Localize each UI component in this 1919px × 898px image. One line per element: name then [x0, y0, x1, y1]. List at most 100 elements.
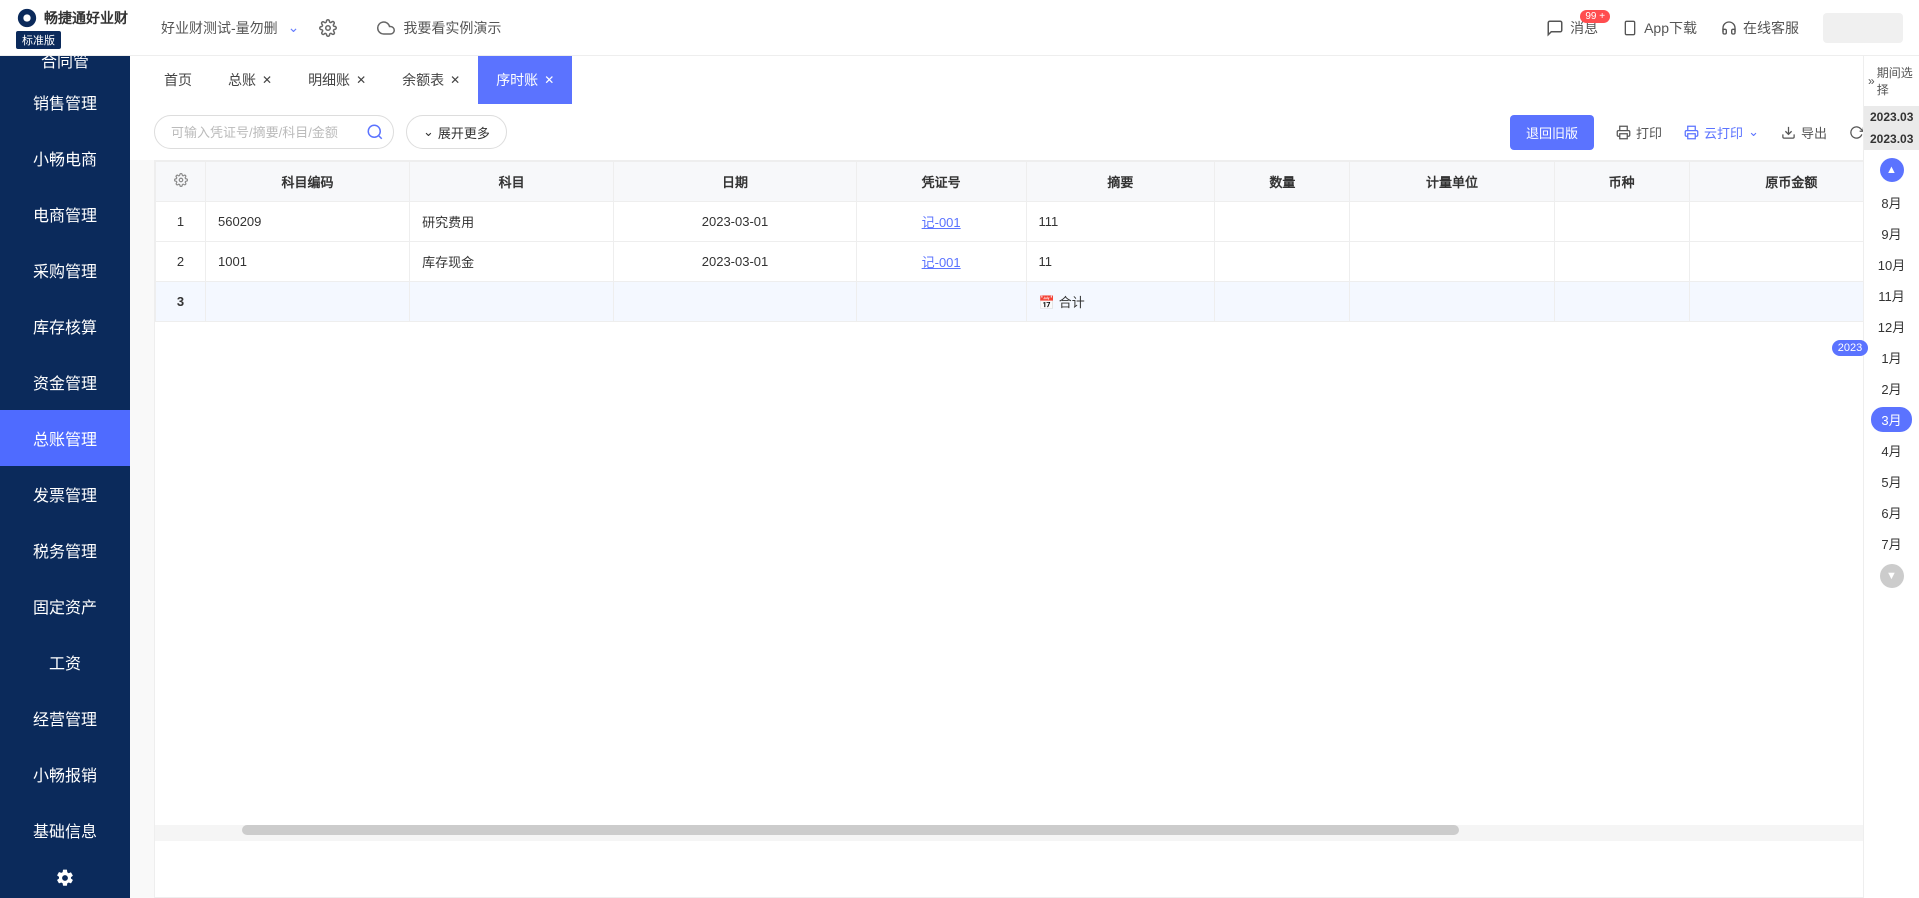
- sidebar-item[interactable]: 总账管理: [0, 410, 130, 466]
- period-month-item[interactable]: 7月: [1871, 531, 1911, 556]
- sidebar-item[interactable]: 采购管理: [0, 242, 130, 298]
- demo-label: 我要看实例演示: [403, 18, 501, 38]
- table-cell: 2023-03-01: [614, 202, 857, 242]
- main-content: 首页总账✕明细账✕余额表✕序时账✕ ✕ ⛶ ⌄展开更多 退回旧版 打印: [130, 56, 1919, 898]
- tab-label: 序时账: [496, 70, 538, 90]
- app-download-button[interactable]: App下载: [1622, 18, 1697, 38]
- tab[interactable]: 总账✕: [210, 56, 290, 104]
- period-month-item[interactable]: 5月: [1871, 469, 1911, 494]
- table-cell: [856, 282, 1026, 322]
- message-icon: [1546, 19, 1564, 37]
- sidebar-item-partial[interactable]: 合同管: [0, 56, 130, 74]
- table-cell: 记-001: [856, 202, 1026, 242]
- sidebar-item[interactable]: 税务管理: [0, 522, 130, 578]
- chevron-down-icon: ⌄: [1748, 124, 1759, 140]
- table-cell: [206, 282, 410, 322]
- column-header: 科目: [410, 162, 614, 202]
- user-avatar[interactable]: [1823, 13, 1903, 43]
- sidebar-item[interactable]: 小畅电商: [0, 130, 130, 186]
- sidebar-item[interactable]: 经营管理: [0, 690, 130, 746]
- period-range-start[interactable]: 2023.03: [1864, 106, 1919, 128]
- brand-logo-icon: [16, 7, 38, 29]
- tabs-bar: 首页总账✕明细账✕余额表✕序时账✕ ✕ ⛶: [130, 56, 1919, 104]
- toolbar: ⌄展开更多 退回旧版 打印 云打印 ⌄ 导出: [130, 104, 1919, 160]
- period-month-item[interactable]: 4月: [1871, 438, 1911, 463]
- export-label: 导出: [1801, 123, 1827, 142]
- period-month-item[interactable]: 6月: [1871, 500, 1911, 525]
- period-month-item[interactable]: 1月: [1871, 345, 1911, 370]
- export-button[interactable]: 导出: [1781, 123, 1827, 142]
- table-cell: 记-001: [856, 242, 1026, 282]
- tab-close-icon[interactable]: ✕: [356, 73, 366, 87]
- tab[interactable]: 余额表✕: [384, 56, 478, 104]
- brand-area: 畅捷通好业财 标准版: [16, 7, 131, 49]
- print-icon: [1616, 125, 1631, 140]
- voucher-link[interactable]: 记-001: [922, 255, 961, 270]
- app-download-label: App下载: [1644, 18, 1697, 38]
- period-collapse-button[interactable]: » 期间选择: [1864, 56, 1919, 106]
- tab-close-icon[interactable]: ✕: [450, 73, 460, 87]
- period-month-item[interactable]: 12月: [1868, 314, 1915, 339]
- settings-gear-icon[interactable]: [319, 19, 337, 37]
- search-input[interactable]: [154, 115, 394, 149]
- back-old-version-button[interactable]: 退回旧版: [1510, 115, 1594, 150]
- period-selector-panel: » 期间选择 2023.03 2023.03 ▲ 2023 8月9月10月11月…: [1863, 56, 1919, 898]
- table-cell: [1350, 282, 1554, 322]
- message-button[interactable]: 消息 99 +: [1546, 18, 1598, 38]
- table-cell: 1: [156, 202, 206, 242]
- export-icon: [1781, 125, 1796, 140]
- table-cell: 📅合计: [1026, 282, 1215, 322]
- table-row[interactable]: 1560209研究费用2023-03-01记-001111: [156, 202, 1894, 242]
- tab[interactable]: 序时账 ✕: [478, 56, 572, 104]
- voucher-link[interactable]: 记-001: [922, 215, 961, 230]
- period-month-item[interactable]: 8月: [1871, 190, 1911, 215]
- expand-more-button[interactable]: ⌄展开更多: [406, 115, 507, 149]
- cloud-print-label: 云打印: [1704, 123, 1743, 142]
- period-month-item[interactable]: 3月: [1871, 407, 1911, 432]
- refresh-icon: [1849, 125, 1864, 140]
- period-scroll-down-icon[interactable]: ▼: [1880, 564, 1904, 588]
- tab[interactable]: 首页: [146, 56, 210, 104]
- sidebar-settings-button[interactable]: [0, 858, 130, 898]
- period-month-item[interactable]: 2月: [1871, 376, 1911, 401]
- sidebar-item[interactable]: 资金管理: [0, 354, 130, 410]
- table-cell: [1554, 282, 1689, 322]
- tab-close-icon[interactable]: ✕: [262, 73, 272, 87]
- period-month-item[interactable]: 10月: [1868, 252, 1915, 277]
- sidebar-item[interactable]: 电商管理: [0, 186, 130, 242]
- sidebar-item[interactable]: 发票管理: [0, 466, 130, 522]
- support-button[interactable]: 在线客服: [1721, 18, 1799, 38]
- sidebar-item[interactable]: 库存核算: [0, 298, 130, 354]
- period-title: 期间选择: [1877, 64, 1915, 98]
- tab[interactable]: 明细账✕: [290, 56, 384, 104]
- sidebar-item[interactable]: 销售管理: [0, 74, 130, 130]
- period-month-item[interactable]: 9月: [1871, 221, 1911, 246]
- table-cell: 1001: [206, 242, 410, 282]
- sidebar-item[interactable]: 固定资产: [0, 578, 130, 634]
- edition-badge: 标准版: [16, 31, 61, 49]
- sidebar-item[interactable]: 工资: [0, 634, 130, 690]
- search-icon[interactable]: [366, 123, 384, 141]
- print-button[interactable]: 打印: [1616, 123, 1662, 142]
- search-box: [154, 115, 394, 149]
- tab-close-icon[interactable]: ✕: [544, 73, 554, 87]
- sidebar-nav: 合同管 销售管理小畅电商电商管理采购管理库存核算资金管理总账管理发票管理税务管理…: [0, 56, 130, 898]
- period-range-end[interactable]: 2023.03: [1864, 128, 1919, 150]
- print-label: 打印: [1636, 123, 1662, 142]
- sidebar-item[interactable]: 小畅报销: [0, 746, 130, 802]
- cloud-print-button[interactable]: 云打印 ⌄: [1684, 123, 1759, 142]
- horizontal-scrollbar[interactable]: [155, 825, 1894, 841]
- mobile-icon: [1622, 20, 1638, 36]
- demo-link[interactable]: 我要看实例演示: [377, 18, 501, 38]
- column-settings-icon[interactable]: [174, 175, 188, 190]
- period-month-item[interactable]: 11月: [1868, 283, 1915, 308]
- sidebar-item[interactable]: 基础信息: [0, 802, 130, 858]
- table-cell: [1215, 282, 1350, 322]
- table-cell: 2023-03-01: [614, 242, 857, 282]
- period-scroll-up-icon[interactable]: ▲: [1880, 158, 1904, 182]
- table-cell: [1554, 242, 1689, 282]
- project-selector[interactable]: 好业财测试-量勿删 ⌄: [161, 18, 299, 38]
- table-cell: [1350, 242, 1554, 282]
- table-row[interactable]: 21001库存现金2023-03-01记-00111: [156, 242, 1894, 282]
- column-header: 摘要: [1026, 162, 1215, 202]
